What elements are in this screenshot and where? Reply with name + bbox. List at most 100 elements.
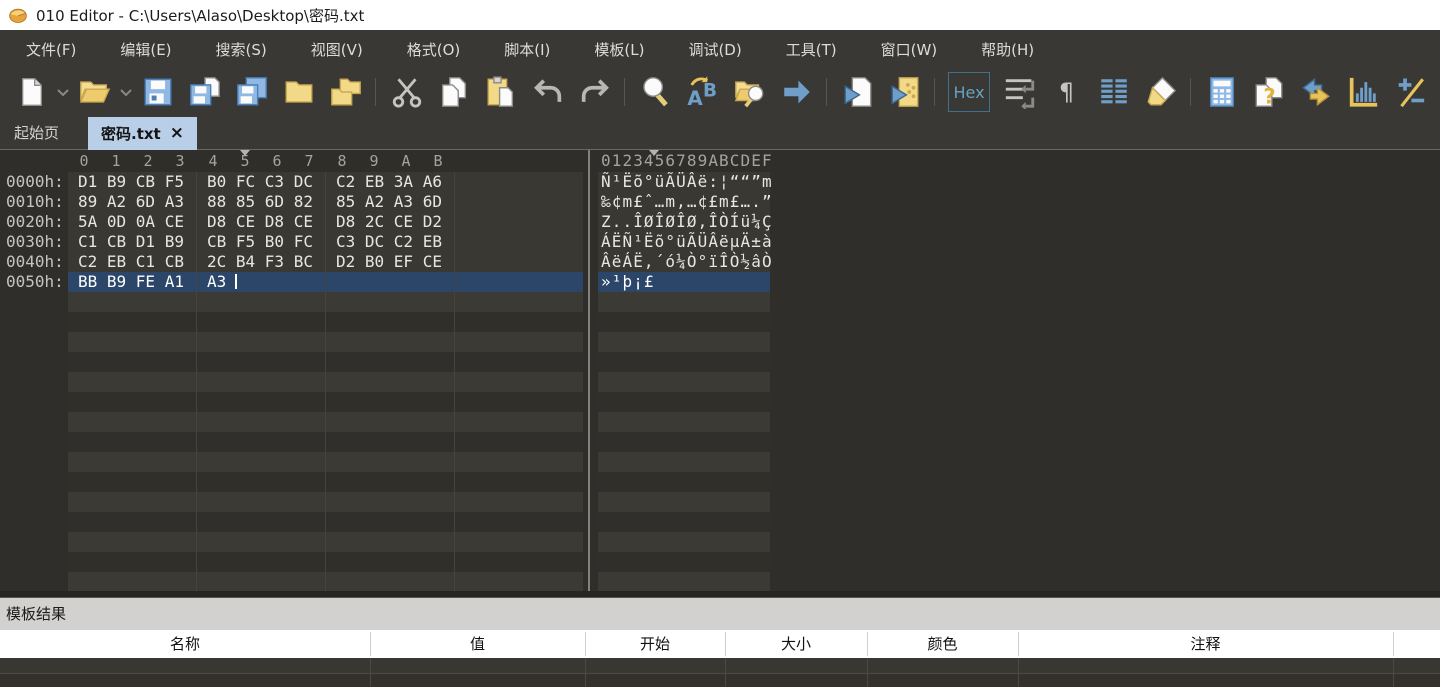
swap-arrows-icon	[1301, 77, 1330, 107]
highlighting-button[interactable]	[1137, 70, 1184, 114]
ascii-row[interactable]: ‰¢m£ˆ…m‚…¢£m£….”	[598, 192, 772, 212]
ascii-column-ruler: 0123456789ABCDEF	[601, 151, 773, 170]
menu-debug[interactable]: 调试(D)	[674, 33, 755, 66]
search-icon	[642, 77, 668, 107]
replace-button[interactable]: A B	[679, 70, 726, 114]
tab-file[interactable]: 密码.txt ×	[88, 117, 197, 150]
hex-mode-toggle-button[interactable]: Hex	[948, 72, 990, 112]
menu-scripts[interactable]: 脚本(I)	[490, 33, 564, 66]
svg-text:B: B	[703, 80, 717, 101]
toolbar-separator	[1184, 70, 1198, 114]
save-icon	[144, 78, 171, 106]
calculator-button[interactable]	[1198, 70, 1245, 114]
chevron-down-icon	[57, 89, 69, 97]
toolbar-separator	[928, 70, 942, 114]
svg-text:A: A	[687, 87, 703, 109]
text-cursor	[235, 274, 238, 289]
copy-button[interactable]	[430, 70, 477, 114]
menu-window[interactable]: 窗口(W)	[867, 33, 952, 66]
column-header-color[interactable]: 颜色	[867, 630, 1018, 658]
checksum-button[interactable]	[1386, 70, 1433, 114]
new-file-dropdown-button[interactable]	[55, 70, 71, 114]
ascii-column[interactable]: 0123456789ABCDEF Ñ¹Ëõ°üÃÜÂë:¦““”m ‰¢m£ˆ……	[598, 150, 773, 591]
save-all-button[interactable]	[228, 70, 275, 114]
column-header-start[interactable]: 开始	[585, 630, 725, 658]
hex-byte-grid[interactable]: 0123456789ABCDEF D1 B9 CB F5B0 FC C3 DCC…	[68, 150, 583, 591]
toolbar-separator	[618, 70, 632, 114]
column-header-comment[interactable]: 注释	[1018, 630, 1393, 658]
ascii-empty-rows[interactable]	[598, 292, 770, 591]
title-bar: 010 Editor - C:\Users\Alaso\Desktop\密码.t…	[0, 0, 1440, 30]
menu-tools[interactable]: 工具(T)	[772, 33, 851, 66]
paste-button[interactable]	[477, 70, 524, 114]
menu-templates[interactable]: 模板(L)	[580, 33, 658, 66]
word-wrap-button[interactable]	[996, 70, 1043, 114]
tab-bar: 起始页 密码.txt ×	[0, 116, 1440, 150]
toolbar-separator	[820, 70, 834, 114]
address-label: 0040h:	[6, 252, 64, 271]
highlighter-icon	[1146, 76, 1176, 106]
show-whitespace-button[interactable]: ¶	[1043, 70, 1090, 114]
svg-text:?: ?	[1263, 84, 1275, 109]
word-wrap-icon	[1005, 79, 1034, 109]
new-file-button[interactable]	[8, 70, 55, 114]
menu-view[interactable]: 视图(V)	[297, 33, 377, 66]
edit-as-columns-button[interactable]	[1090, 70, 1137, 114]
menu-bar: 文件(F) 编辑(E) 搜索(S) 视图(V) 格式(O) 脚本(I) 模板(L…	[0, 30, 1440, 68]
menu-file[interactable]: 文件(F)	[12, 33, 90, 66]
ascii-row[interactable]: Ñ¹Ëõ°üÃÜÂë:¦““”m	[598, 172, 772, 192]
menu-search[interactable]: 搜索(S)	[202, 33, 281, 66]
ascii-row[interactable]: ÁËÑ¹Ëõ°üÃÜÂëµÄ±à	[598, 232, 772, 252]
open-all-files-button[interactable]	[322, 70, 369, 114]
open-file-button[interactable]	[71, 70, 118, 114]
cut-button[interactable]	[383, 70, 430, 114]
open-folder-button[interactable]	[275, 70, 322, 114]
calculator-icon	[1209, 77, 1234, 107]
menu-edit[interactable]: 编辑(E)	[106, 33, 185, 66]
compare-files-icon: ?	[1255, 77, 1282, 109]
compare-files-button[interactable]: ?	[1245, 70, 1292, 114]
column-header-value[interactable]: 值	[370, 630, 585, 658]
menu-format[interactable]: 格式(O)	[393, 33, 475, 66]
address-gutter: 0000h: 0010h: 0020h: 0030h: 0040h: 0050h…	[0, 172, 68, 292]
ascii-row-selected[interactable]: »¹þ¡£	[598, 272, 770, 292]
redo-icon	[581, 79, 609, 102]
address-label: 0000h:	[6, 172, 64, 191]
goto-arrow-icon	[783, 80, 810, 104]
copy-icon	[441, 77, 466, 107]
replace-ab-icon: A B	[687, 76, 717, 109]
address-label: 0010h:	[6, 192, 64, 211]
address-label: 0030h:	[6, 232, 64, 251]
new-file-icon	[21, 78, 42, 106]
window-title: 010 Editor - C:\Users\Alaso\Desktop\密码.t…	[36, 6, 365, 25]
ascii-row[interactable]: Z..ÎØÎØÎØ,ÎÒÍü¼Ç	[598, 212, 772, 232]
open-file-dropdown-button[interactable]	[118, 70, 134, 114]
menu-help[interactable]: 帮助(H)	[967, 33, 1048, 66]
find-button[interactable]	[632, 70, 679, 114]
hex-ascii-divider[interactable]	[588, 150, 590, 591]
template-results-title: 模板结果	[0, 597, 1440, 630]
hex-column-ruler: 0123456789ABCDEF	[79, 152, 443, 192]
histogram-button[interactable]	[1339, 70, 1386, 114]
ascii-row[interactable]: ÂëÁË,´ó¼Ò°ïÎÒ½âÒ	[598, 252, 772, 272]
redo-button[interactable]	[571, 70, 618, 114]
goto-button[interactable]	[773, 70, 820, 114]
run-script-button[interactable]	[834, 70, 881, 114]
tab-start-page[interactable]: 起始页	[14, 116, 59, 150]
checksum-icon	[1398, 78, 1424, 108]
run-template-button[interactable]	[881, 70, 928, 114]
chevron-down-icon	[120, 89, 132, 97]
swap-bytes-button[interactable]	[1292, 70, 1339, 114]
template-results-body[interactable]	[0, 658, 1440, 687]
undo-button[interactable]	[524, 70, 571, 114]
column-header-size[interactable]: 大小	[725, 630, 867, 658]
tab-close-icon[interactable]: ×	[170, 125, 184, 142]
save-as-button[interactable]	[181, 70, 228, 114]
folders-icon	[330, 78, 361, 106]
address-label: 0020h:	[6, 212, 64, 231]
save-button[interactable]	[134, 70, 181, 114]
template-results-header: 名称 值 开始 大小 颜色 注释	[0, 630, 1440, 658]
column-header-name[interactable]: 名称	[0, 630, 370, 658]
find-in-files-button[interactable]	[726, 70, 773, 114]
columns-icon	[1100, 79, 1127, 104]
